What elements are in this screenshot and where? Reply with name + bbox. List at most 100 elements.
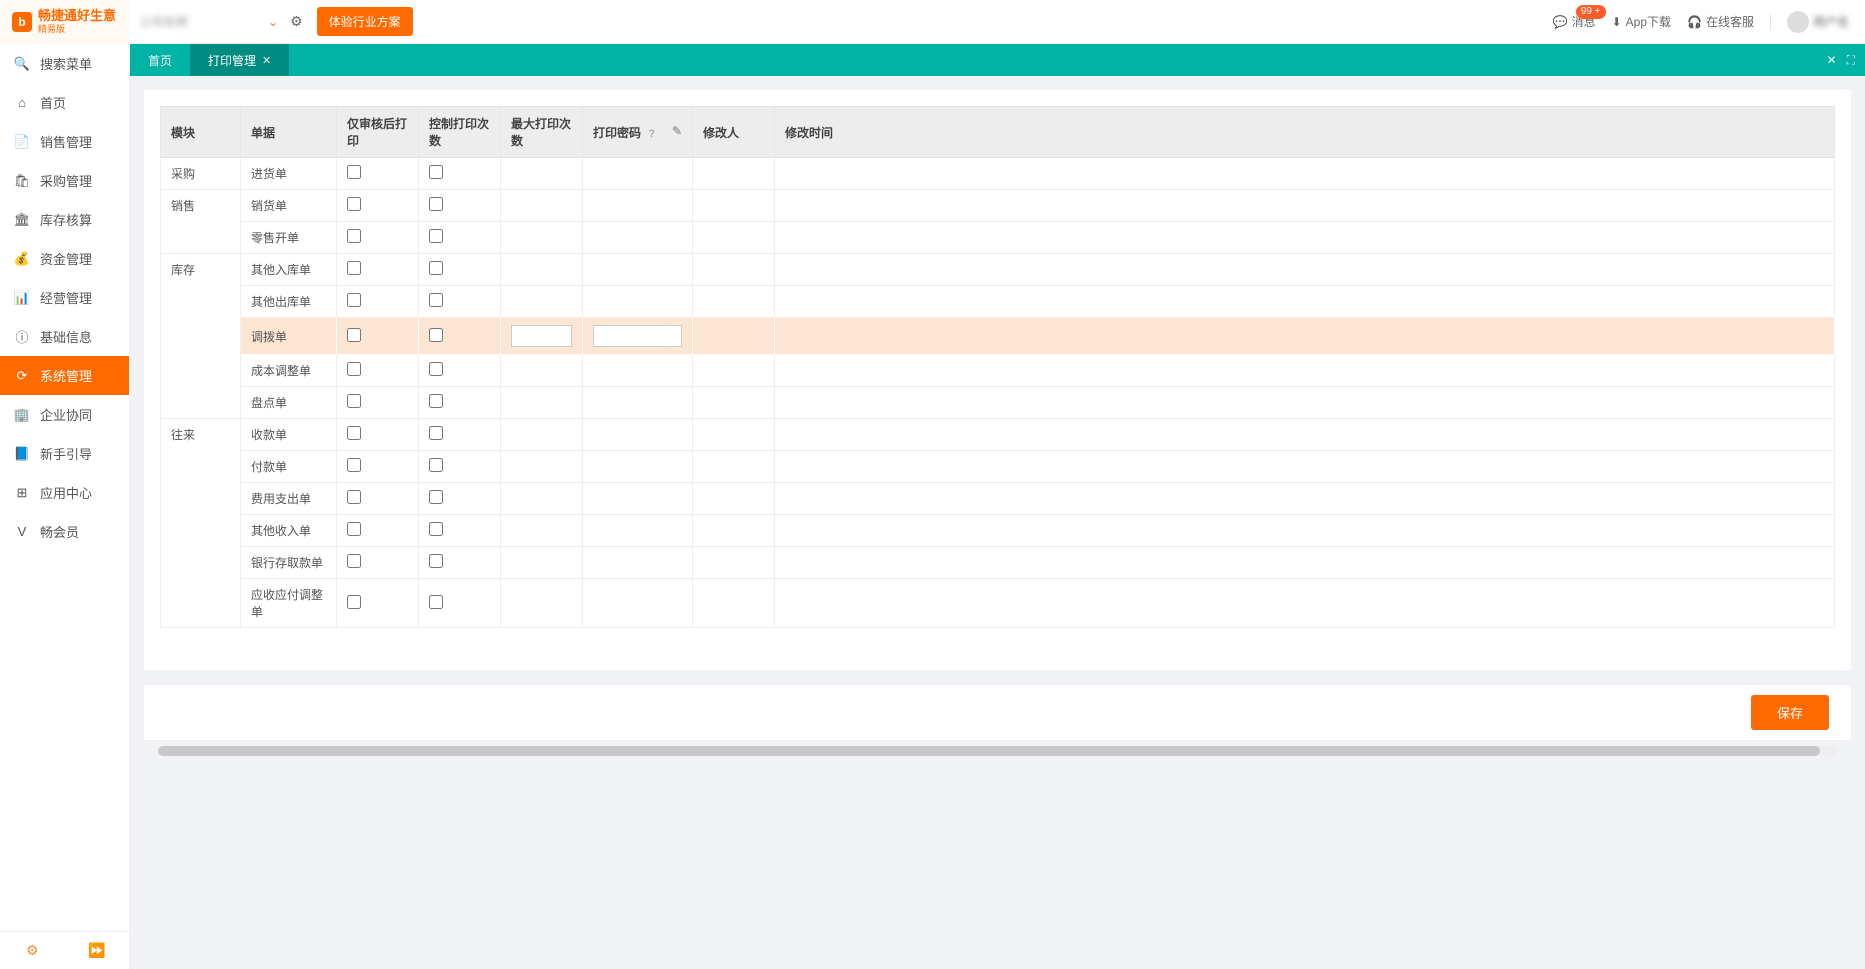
modifier-cell bbox=[693, 190, 775, 222]
tab-home[interactable]: 首页 bbox=[130, 44, 190, 76]
control-count-checkbox[interactable] bbox=[429, 522, 443, 536]
control-count-checkbox[interactable] bbox=[429, 426, 443, 440]
modify-time-cell bbox=[775, 547, 1835, 579]
audit-only-checkbox[interactable] bbox=[347, 554, 361, 568]
max-count-cell bbox=[501, 451, 583, 483]
settings-icon[interactable]: ⚙ bbox=[0, 932, 65, 969]
close-icon[interactable]: ✕ bbox=[262, 54, 271, 67]
control-count-checkbox[interactable] bbox=[429, 458, 443, 472]
max-count-cell bbox=[501, 579, 583, 628]
logo-main: 畅捷通好生意 bbox=[38, 9, 116, 22]
print-pwd-cell bbox=[583, 355, 693, 387]
top-header: b 畅捷通好生意 精易版 公司名称 ⌄ ⚙ 体验行业方案 💬 消息 99 + ⬇… bbox=[0, 0, 1865, 44]
logo-icon: b bbox=[12, 12, 32, 32]
sidebar-item-3[interactable]: 🛍采购管理 bbox=[0, 161, 129, 200]
save-button[interactable]: 保存 bbox=[1751, 695, 1829, 730]
help-icon[interactable]: ? bbox=[648, 128, 655, 140]
sidebar-item-label: 资金管理 bbox=[40, 249, 92, 268]
headset-icon: 🎧 bbox=[1687, 15, 1702, 29]
edit-icon[interactable]: ✎ bbox=[672, 124, 682, 138]
max-count-cell bbox=[501, 547, 583, 579]
control-count-cell bbox=[419, 579, 501, 628]
control-count-checkbox[interactable] bbox=[429, 554, 443, 568]
sidebar-item-6[interactable]: 📊经营管理 bbox=[0, 278, 129, 317]
sidebar-item-7[interactable]: ⓘ基础信息 bbox=[0, 317, 129, 356]
modifier-cell bbox=[693, 355, 775, 387]
table-row: 其他出库单 bbox=[161, 286, 1835, 318]
control-count-checkbox[interactable] bbox=[429, 595, 443, 609]
audit-only-checkbox[interactable] bbox=[347, 293, 361, 307]
audit-only-checkbox[interactable] bbox=[347, 261, 361, 275]
collapse-icon[interactable]: ⏩ bbox=[65, 932, 130, 969]
sidebar-icon: 🛍 bbox=[14, 173, 30, 189]
sidebar-item-5[interactable]: 💰资金管理 bbox=[0, 239, 129, 278]
sidebar-icon: V bbox=[14, 524, 30, 540]
audit-only-cell bbox=[337, 190, 419, 222]
max-count-input[interactable] bbox=[511, 325, 572, 347]
audit-only-checkbox[interactable] bbox=[347, 595, 361, 609]
audit-only-checkbox[interactable] bbox=[347, 229, 361, 243]
sidebar-item-label: 新手引导 bbox=[40, 444, 92, 463]
audit-only-checkbox[interactable] bbox=[347, 458, 361, 472]
app-download-button[interactable]: ⬇ App下载 bbox=[1612, 13, 1671, 30]
th-print-pwd-label: 打印密码 bbox=[593, 126, 641, 140]
control-count-checkbox[interactable] bbox=[429, 197, 443, 211]
gear-icon[interactable]: ⚙ bbox=[290, 13, 303, 30]
audit-only-checkbox[interactable] bbox=[347, 328, 361, 342]
bill-cell: 调拨单 bbox=[241, 318, 337, 355]
control-count-cell bbox=[419, 158, 501, 190]
avatar bbox=[1787, 11, 1809, 33]
control-count-checkbox[interactable] bbox=[429, 165, 443, 179]
control-count-cell bbox=[419, 355, 501, 387]
audit-only-checkbox[interactable] bbox=[347, 490, 361, 504]
audit-only-checkbox[interactable] bbox=[347, 394, 361, 408]
audit-only-cell bbox=[337, 158, 419, 190]
print-pwd-cell bbox=[583, 451, 693, 483]
scrollbar-thumb[interactable] bbox=[158, 746, 1820, 756]
tabs-bar: 首页 打印管理 ✕ ✕ ⛶ bbox=[130, 44, 1865, 76]
control-count-cell bbox=[419, 387, 501, 419]
control-count-checkbox[interactable] bbox=[429, 328, 443, 342]
sidebar-item-12[interactable]: V畅会员 bbox=[0, 512, 129, 551]
tab-print-management[interactable]: 打印管理 ✕ bbox=[190, 44, 289, 76]
sidebar-item-10[interactable]: 📘 新手引导 bbox=[0, 434, 129, 473]
control-count-cell bbox=[419, 254, 501, 286]
print-pwd-input[interactable] bbox=[593, 325, 682, 347]
control-count-checkbox[interactable] bbox=[429, 394, 443, 408]
audit-only-checkbox[interactable] bbox=[347, 165, 361, 179]
audit-only-checkbox[interactable] bbox=[347, 197, 361, 211]
fullscreen-icon[interactable]: ⛶ bbox=[1847, 53, 1855, 68]
sidebar-icon: 📘 bbox=[14, 446, 30, 462]
control-count-checkbox[interactable] bbox=[429, 261, 443, 275]
org-selector[interactable]: 公司名称 ⌄ bbox=[140, 13, 278, 30]
horizontal-scrollbar[interactable] bbox=[158, 746, 1837, 756]
max-count-cell bbox=[501, 355, 583, 387]
sidebar-item-1[interactable]: ⌂首页 bbox=[0, 83, 129, 122]
industry-plan-button[interactable]: 体验行业方案 bbox=[317, 7, 413, 36]
sidebar-item-4[interactable]: 🏛库存核算 bbox=[0, 200, 129, 239]
th-max-count: 最大打印次数 bbox=[501, 107, 583, 158]
messages-button[interactable]: 💬 消息 99 + bbox=[1553, 13, 1596, 30]
sidebar-item-label: 经营管理 bbox=[40, 288, 92, 307]
online-service-button[interactable]: 🎧 在线客服 bbox=[1687, 13, 1754, 30]
control-count-checkbox[interactable] bbox=[429, 362, 443, 376]
bill-cell: 销货单 bbox=[241, 190, 337, 222]
control-count-checkbox[interactable] bbox=[429, 490, 443, 504]
control-count-checkbox[interactable] bbox=[429, 293, 443, 307]
sidebar-item-9[interactable]: 🏢企业协同 bbox=[0, 395, 129, 434]
audit-only-checkbox[interactable] bbox=[347, 426, 361, 440]
user-menu[interactable]: 用户名 bbox=[1787, 11, 1849, 33]
audit-only-checkbox[interactable] bbox=[347, 522, 361, 536]
sidebar-item-2[interactable]: 📄销售管理 bbox=[0, 122, 129, 161]
print-pwd-cell bbox=[583, 286, 693, 318]
print-pwd-cell bbox=[583, 318, 693, 355]
print-pwd-cell bbox=[583, 387, 693, 419]
tab-close-all-icon[interactable]: ✕ bbox=[1827, 53, 1837, 67]
sidebar-item-0[interactable]: 🔍搜索菜单 bbox=[0, 44, 129, 83]
sidebar-item-8[interactable]: ⟳系统管理 bbox=[0, 356, 129, 395]
control-count-checkbox[interactable] bbox=[429, 229, 443, 243]
audit-only-checkbox[interactable] bbox=[347, 362, 361, 376]
modify-time-cell bbox=[775, 222, 1835, 254]
sidebar-item-label: 库存核算 bbox=[40, 210, 92, 229]
sidebar-item-11[interactable]: ⊞应用中心 bbox=[0, 473, 129, 512]
